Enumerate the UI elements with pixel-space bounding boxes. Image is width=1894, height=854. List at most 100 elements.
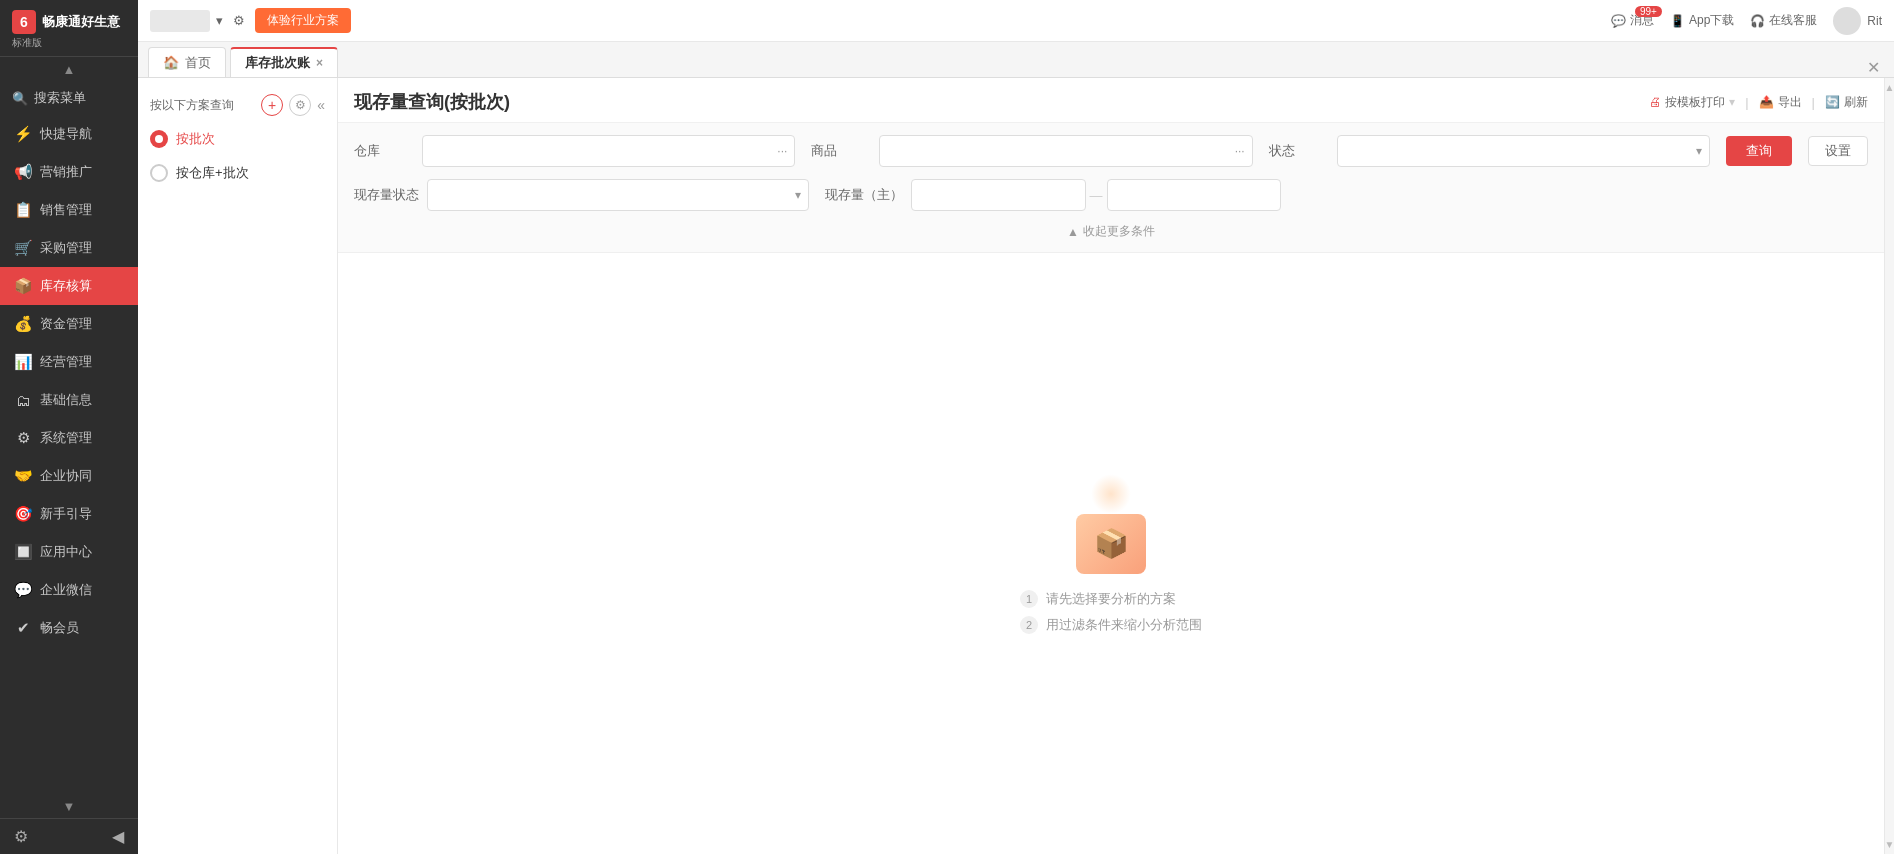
export-btn[interactable]: 📤 导出 [1759,94,1802,111]
filter-item-warehouse-batch[interactable]: 按仓库+批次 [138,156,337,190]
sidebar-item-label: 企业协同 [40,467,92,485]
goods-field: 商品 ··· [811,135,1252,167]
breadcrumb: ▾ [150,10,223,32]
empty-face-icon: 📦 [1094,527,1129,560]
sidebar-item-wechat[interactable]: 💬 企业微信 [0,571,138,609]
sidebar-item-finance[interactable]: 💰 资金管理 [0,305,138,343]
batch-filter-icon [150,130,168,148]
sidebar-item-enterprise[interactable]: 🤝 企业协同 [0,457,138,495]
user-menu[interactable]: Rit [1833,7,1882,35]
sidebar-item-label: 企业微信 [40,581,92,599]
empty-box: 📦 [1076,514,1146,574]
stock-qty-dash: — [1090,188,1103,203]
settings-bottom-icon[interactable]: ⚙ [14,827,28,846]
export-icon: 📤 [1759,95,1774,109]
sidebar-item-sales[interactable]: 📋 销售管理 [0,191,138,229]
sidebar-scroll-down[interactable]: ▼ [0,794,138,818]
filter-add-btn[interactable]: + [261,94,283,116]
sidebar: 6 畅康通好生意 标准版 ▲ 🔍 搜索菜单 ⚡ 快捷导航 📢 营销推广 📋 销售… [0,0,138,854]
print-icon: 🖨 [1649,95,1661,109]
refresh-btn[interactable]: 🔄 刷新 [1825,94,1868,111]
close-all-btn[interactable]: ✕ [1867,58,1880,77]
stock-status-field: 现存量状态 ▾ [354,179,809,211]
sidebar-item-operations[interactable]: 📊 经营管理 [0,343,138,381]
collapse-conditions-btn[interactable]: ▲ 收起更多条件 [354,223,1868,240]
sidebar-item-purchase[interactable]: 🛒 采购管理 [0,229,138,267]
page-title: 现存量查询(按批次) [354,90,510,114]
divider2: | [1812,95,1815,110]
app-name: 畅康通好生意 [42,13,120,31]
breadcrumb-input[interactable] [150,10,210,32]
sidebar-item-guide[interactable]: 🎯 新手引导 [0,495,138,533]
trial-btn[interactable]: 体验行业方案 [255,8,351,33]
query-button[interactable]: 查询 [1726,136,1792,166]
enterprise-icon: 🤝 [14,467,32,485]
purchase-icon: 🛒 [14,239,32,257]
scroll-down-arrow[interactable]: ▼ [1885,839,1894,850]
sidebar-bottom: ⚙ ◀ [0,818,138,854]
collapse-sidebar-icon[interactable]: ◀ [112,827,124,846]
status-select[interactable] [1337,135,1710,167]
tab-inventory-batch[interactable]: 库存批次账 × [230,47,338,77]
sidebar-item-label: 基础信息 [40,391,92,409]
status-field: 状态 ▾ [1269,135,1710,167]
sidebar-item-apps[interactable]: 🔲 应用中心 [0,533,138,571]
sidebar-scroll-up[interactable]: ▲ [0,57,138,81]
sidebar-logo-icon: 6 [12,10,36,34]
sidebar-item-label: 销售管理 [40,201,92,219]
filter-item-batch[interactable]: 按批次 [138,122,337,156]
messages-btn[interactable]: 💬 消息 99+ [1611,12,1654,29]
warehouse-suffix[interactable]: ··· [777,144,787,158]
print-dropdown-icon[interactable]: ▾ [1729,95,1735,109]
sidebar-item-shortcut[interactable]: ⚡ 快捷导航 [0,115,138,153]
sidebar-item-label: 资金管理 [40,315,92,333]
sidebar-item-inventory[interactable]: 📦 库存核算 [0,267,138,305]
filter-settings-btn[interactable]: ⚙ [289,94,311,116]
sidebar-item-basic[interactable]: 🗂 基础信息 [0,381,138,419]
search-icon: 🔍 [12,91,28,106]
online-service-label: 在线客服 [1769,12,1817,29]
online-service-btn[interactable]: 🎧 在线客服 [1750,12,1817,29]
sidebar-item-member[interactable]: ✔ 畅会员 [0,609,138,647]
goods-input[interactable] [879,135,1252,167]
sidebar-item-marketing[interactable]: 📢 营销推广 [0,153,138,191]
status-select-wrapper: ▾ [1337,135,1710,167]
stock-qty-field: 现存量（主） — [825,179,1280,211]
goods-input-wrapper: ··· [879,135,1252,167]
sidebar-search[interactable]: 🔍 搜索菜单 [0,81,138,115]
sidebar-item-system[interactable]: ⚙ 系统管理 [0,419,138,457]
main-area: ▾ ⚙ 体验行业方案 💬 消息 99+ 📱 App下载 🎧 在线客服 Rit [138,0,1894,854]
filter-panel-header: 按以下方案查询 + ⚙ « [138,88,337,122]
sidebar-nav: ⚡ 快捷导航 📢 营销推广 📋 销售管理 🛒 采购管理 📦 库存核算 💰 资金管… [0,115,138,794]
sidebar-item-label: 库存核算 [40,277,92,295]
stock-status-select[interactable] [427,179,809,211]
breadcrumb-dropdown-icon[interactable]: ▾ [216,13,223,28]
warehouse-field: 仓库 ··· [354,135,795,167]
sidebar-item-label: 应用中心 [40,543,92,561]
sidebar-header: 6 畅康通好生意 标准版 [0,0,138,57]
divider1: | [1745,95,1748,110]
empty-tip-1: 1 请先选择要分析的方案 [1020,590,1202,608]
goods-suffix[interactable]: ··· [1235,144,1245,158]
tab-home[interactable]: 🏠 首页 [148,47,226,77]
filter-collapse-btn[interactable]: « [317,97,325,113]
stock-qty-max-input[interactable] [1107,179,1281,211]
filter-panel: 按以下方案查询 + ⚙ « 按批次 [138,78,338,854]
topbar-icon-group: 💬 消息 99+ 📱 App下载 🎧 在线客服 Rit [1611,7,1882,35]
settings-button[interactable]: 设置 [1808,136,1868,166]
message-icon: 💬 [1611,14,1626,28]
print-btn[interactable]: 🖨 按模板打印 ▾ [1649,94,1735,111]
apps-icon: 🔲 [14,543,32,561]
app-download-btn[interactable]: 📱 App下载 [1670,12,1734,29]
warehouse-input[interactable] [422,135,795,167]
topbar: ▾ ⚙ 体验行业方案 💬 消息 99+ 📱 App下载 🎧 在线客服 Rit [138,0,1894,42]
scroll-up-arrow[interactable]: ▲ [1885,82,1894,93]
empty-icon: 📦 [1061,474,1161,574]
stock-qty-min-input[interactable] [911,179,1085,211]
print-btn-label: 按模板打印 [1665,94,1725,111]
topbar-settings-icon[interactable]: ⚙ [233,13,245,28]
tab-close-btn[interactable]: × [316,56,323,70]
headset-icon: 🎧 [1750,14,1765,28]
warehouse-label: 仓库 [354,142,414,160]
stock-status-label: 现存量状态 [354,186,419,204]
